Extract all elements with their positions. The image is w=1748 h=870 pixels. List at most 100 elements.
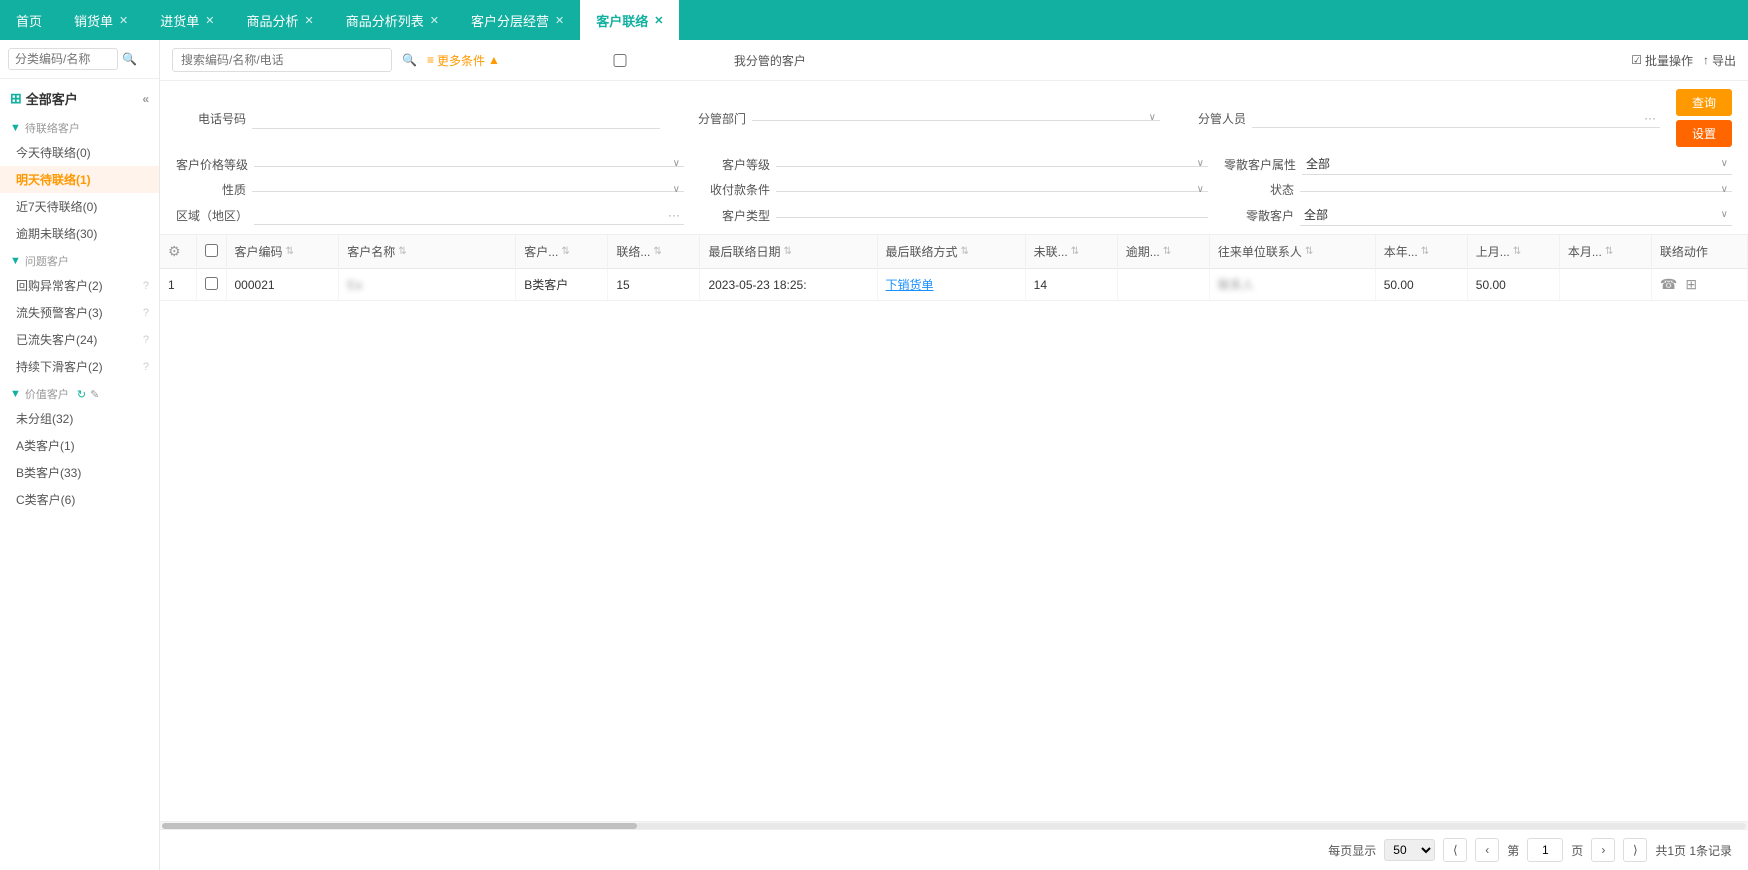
sort-icon[interactable]: ⇅ <box>1071 246 1079 257</box>
nav-customer-contact[interactable]: 客户联络 ✕ <box>580 0 679 40</box>
sidebar-item-today[interactable]: 今天待联络(0) <box>0 139 159 166</box>
nav-product-analysis[interactable]: 商品分析 ✕ <box>230 0 329 40</box>
main-search-input[interactable] <box>172 48 392 72</box>
total-count: 共1页 1条记录 <box>1655 842 1732 859</box>
sort-icon[interactable]: ⇅ <box>783 246 791 257</box>
help-icon[interactable]: ? <box>143 361 149 373</box>
sidebar-all-customers[interactable]: ⊞ 全部客户 « <box>0 83 159 114</box>
customer-type-select[interactable] <box>776 213 1208 218</box>
row-checkbox[interactable] <box>205 277 218 290</box>
sort-icon[interactable]: ⇅ <box>961 246 969 257</box>
help-icon[interactable]: ? <box>143 334 149 346</box>
my-customer-checkbox-label[interactable]: 我分管的客户 <box>510 52 806 69</box>
reset-btn[interactable]: 设置 <box>1676 120 1732 147</box>
last-page-btn[interactable]: ⟩ <box>1623 838 1647 862</box>
sort-icon[interactable]: ⇅ <box>1421 246 1429 257</box>
close-icon[interactable]: ✕ <box>555 14 564 27</box>
ellipsis-icon[interactable]: ··· <box>668 208 680 222</box>
person-select[interactable]: ··· <box>1252 109 1660 128</box>
refresh-icon[interactable]: ↻ <box>77 388 86 401</box>
td-last-month: 50.00 <box>1467 269 1559 301</box>
sort-icon[interactable]: ⇅ <box>1513 246 1521 257</box>
phone-input[interactable] <box>252 108 660 129</box>
per-page-select[interactable]: 50 10 20 100 <box>1384 839 1435 861</box>
batch-op-btn[interactable]: ☑ 批量操作 <box>1631 52 1693 69</box>
edit-icon[interactable]: ✎ <box>90 388 99 401</box>
prev-page-btn[interactable]: ‹ <box>1475 838 1499 862</box>
checkbox-icon: ☑ <box>1631 53 1642 67</box>
status-select[interactable]: ∨ <box>1300 187 1732 192</box>
nav-product-analysis-list[interactable]: 商品分析列表 ✕ <box>330 0 455 40</box>
sort-icon[interactable]: ⇅ <box>1305 246 1313 257</box>
customer-level-select[interactable]: ∨ <box>776 162 1208 167</box>
sidebar-item-7days[interactable]: 近7天待联络(0) <box>0 193 159 220</box>
nav-customer-tier[interactable]: 客户分层经营 ✕ <box>455 0 580 40</box>
sidebar-item-churn-warning[interactable]: 流失预警客户(3) ? <box>0 299 159 326</box>
th-contacts: 联络... ⇅ <box>608 235 700 269</box>
horizontal-scrollbar[interactable] <box>160 821 1748 829</box>
sort-icon[interactable]: ⇅ <box>398 246 406 257</box>
sort-icon[interactable]: ⇅ <box>653 246 661 257</box>
price-level-select[interactable]: ∨ <box>254 162 684 167</box>
main-search-icon[interactable]: 🔍 <box>402 53 417 67</box>
sort-icon[interactable]: ⇅ <box>286 246 294 257</box>
retail-customer-select[interactable]: 全部 ∨ <box>1300 204 1732 226</box>
th-gear: ⚙ <box>160 235 196 269</box>
filter-more-btn[interactable]: ≡ 更多条件 ▲ <box>427 52 500 69</box>
close-icon[interactable]: ✕ <box>119 14 128 27</box>
close-icon[interactable]: ✕ <box>654 14 663 27</box>
grid-action-icon[interactable]: ⊞ <box>1685 276 1697 293</box>
my-customer-checkbox[interactable] <box>510 54 730 67</box>
dept-select[interactable]: ∨ <box>752 116 1160 121</box>
td-contact-person: 联系人 <box>1209 269 1375 301</box>
td-no-contact: 14 <box>1025 269 1117 301</box>
filter-person: 分管人员 ··· <box>1176 109 1660 128</box>
gender-select[interactable]: ∨ <box>252 187 684 192</box>
sidebar-item-churned[interactable]: 已流失客户(24) ? <box>0 326 159 353</box>
chevron-up-icon: ▲ <box>488 53 500 67</box>
scrollbar-thumb[interactable] <box>162 823 637 829</box>
close-icon[interactable]: ✕ <box>305 14 314 27</box>
gear-settings-icon[interactable]: ⚙ <box>168 243 181 259</box>
contact-person-blurred: 联系人 <box>1218 278 1254 292</box>
sidebar-item-tomorrow[interactable]: 明天待联络(1) <box>0 166 159 193</box>
page-number-input[interactable] <box>1527 838 1563 862</box>
sort-icon[interactable]: ⇅ <box>1163 246 1171 257</box>
next-page-btn[interactable]: › <box>1591 838 1615 862</box>
help-icon[interactable]: ? <box>143 280 149 292</box>
sidebar-item-class-c[interactable]: C类客户(6) <box>0 486 159 513</box>
payment-select[interactable]: ∨ <box>776 187 1208 192</box>
sidebar-item-declining[interactable]: 持续下滑客户(2) ? <box>0 353 159 380</box>
region-select[interactable]: ··· <box>254 206 684 225</box>
chevron-down-icon: ∨ <box>1197 158 1204 169</box>
sidebar-search-icon[interactable]: 🔍 <box>122 52 137 66</box>
last-method-link[interactable]: 下销货单 <box>886 278 934 292</box>
sidebar-item-abnormal[interactable]: 回购异常客户(2) ? <box>0 272 159 299</box>
sidebar-search-input[interactable] <box>8 48 118 70</box>
first-page-btn[interactable]: ⟨ <box>1443 838 1467 862</box>
sidebar-item-ungrouped[interactable]: 未分组(32) <box>0 405 159 432</box>
phone-action-icon[interactable]: ☎ <box>1660 276 1677 293</box>
filter-row-4: 区域（地区） ··· 客户类型 零散客户 全部 ∨ <box>176 204 1732 226</box>
ellipsis-icon[interactable]: ··· <box>1644 111 1656 125</box>
sidebar-item-class-b[interactable]: B类客户(33) <box>0 459 159 486</box>
td-code: 000021 <box>226 269 339 301</box>
filter-icon: ≡ <box>427 53 434 67</box>
chevron-down-icon: ∨ <box>1721 209 1728 220</box>
nav-sales-order[interactable]: 销货单 ✕ <box>58 0 144 40</box>
export-btn[interactable]: ↑ 导出 <box>1703 52 1736 69</box>
retail-attr-select[interactable]: 全部 ∨ <box>1302 153 1732 175</box>
sidebar-item-overdue[interactable]: 逾期未联络(30) <box>0 220 159 247</box>
sort-icon[interactable]: ⇅ <box>561 246 569 257</box>
sidebar-item-class-a[interactable]: A类客户(1) <box>0 432 159 459</box>
select-all-checkbox[interactable] <box>205 244 218 257</box>
sort-icon[interactable]: ⇅ <box>1605 246 1613 257</box>
close-icon[interactable]: ✕ <box>205 14 214 27</box>
nav-home[interactable]: 首页 <box>0 0 58 40</box>
nav-purchase-order[interactable]: 进货单 ✕ <box>144 0 230 40</box>
collapse-icon[interactable]: « <box>142 92 149 106</box>
filter-retail-customer: 零散客户 全部 ∨ <box>1224 204 1732 226</box>
help-icon[interactable]: ? <box>143 307 149 319</box>
query-btn[interactable]: 查询 <box>1676 89 1732 116</box>
close-icon[interactable]: ✕ <box>430 14 439 27</box>
